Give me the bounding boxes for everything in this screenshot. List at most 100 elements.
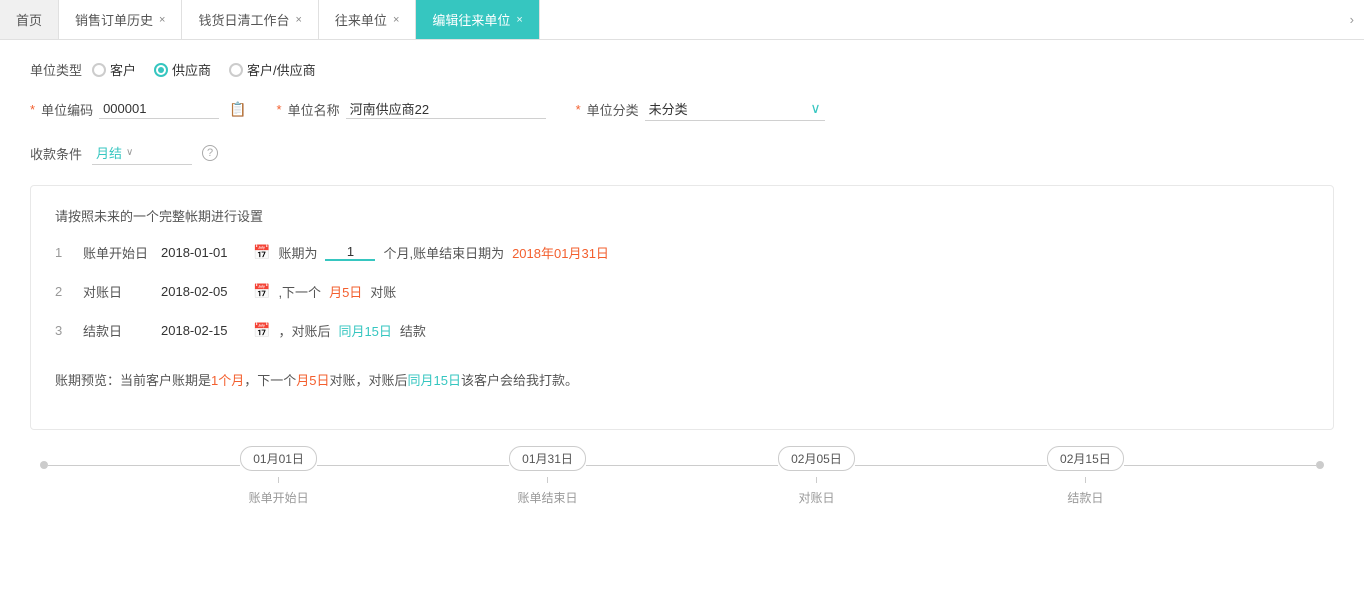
period-row-1-date: 2018-01-01 (161, 245, 241, 260)
unit-name-label: 单位名称 (288, 100, 340, 119)
unit-class-value: 未分类 (649, 99, 688, 118)
timeline-node-4-label: 结款日 (1067, 489, 1103, 506)
period-row-1-highlight-date: 2018年01月31日 (512, 243, 609, 262)
preview-part3-sep: 该客户会给我打款。 (461, 373, 578, 388)
tab-bar: 首页 销售订单历史 × 钱货日清工作台 × 往来单位 × 编辑往来单位 × › (0, 0, 1364, 40)
close-icon[interactable]: × (516, 14, 522, 26)
payment-condition-label: 收款条件 (30, 144, 82, 163)
timeline-node-3-tick (816, 477, 817, 483)
unit-class-label: 单位分类 (587, 100, 639, 119)
payment-condition-row: 收款条件 月结 ∨ ? (30, 141, 1334, 165)
period-row-1: 1 账单开始日 2018-01-01 📅 账期为 个月,账单结束日期为 2018… (55, 243, 1309, 262)
tab-home[interactable]: 首页 (0, 0, 59, 39)
radio-customer[interactable]: 客户 (92, 60, 136, 79)
period-row-1-suffix-post: 个月,账单结束日期为 (383, 243, 504, 262)
period-row-2-highlight: 月5日 (329, 282, 362, 301)
period-row-2-suffix-pre: ,下一个 (278, 282, 321, 301)
period-row-3-date: 2018-02-15 (161, 323, 241, 338)
tab-home-label: 首页 (16, 10, 42, 29)
unit-class-arrow-icon: ∨ (810, 100, 820, 117)
timeline-node-2-tick (547, 477, 548, 483)
radio-both-circle (229, 63, 243, 77)
timeline-container: 01月01日 账单开始日 01月31日 账单结束日 02月05日 对账日 02月… (30, 446, 1334, 506)
preview-part3: 同月15日 (408, 373, 461, 388)
timeline-left-end (40, 461, 48, 469)
radio-supplier-circle (154, 63, 168, 77)
tab-partner-unit-label: 往来单位 (335, 10, 387, 29)
period-box-title: 请按照未来的一个完整帐期进行设置 (55, 206, 1309, 225)
period-row-1-label: 账单开始日 (83, 243, 153, 262)
main-content: 单位类型 客户 供应商 客户/供应商 * 单位编码 📋 * (0, 40, 1364, 608)
unit-type-row: 单位类型 客户 供应商 客户/供应商 (30, 60, 1334, 79)
period-row-2-label: 对账日 (83, 282, 153, 301)
timeline-line-0 (48, 465, 240, 466)
payment-dropdown-arrow-icon: ∨ (126, 147, 133, 158)
period-row-3-highlight: 同月15日 (338, 321, 391, 340)
timeline-node-2-label: 账单结束日 (518, 489, 578, 506)
unit-class-required-star: * (576, 102, 581, 117)
unit-code-input[interactable] (99, 99, 219, 119)
preview-part2-sep: 对账，对账后 (330, 373, 408, 388)
tab-cash-workbench[interactable]: 钱货日清工作台 × (182, 0, 318, 39)
timeline-node-2: 01月31日 账单结束日 (509, 446, 586, 506)
close-icon[interactable]: × (159, 14, 165, 26)
preview-part1-sep: ， (244, 373, 257, 388)
period-row-3-label: 结款日 (83, 321, 153, 340)
payment-condition-dropdown[interactable]: 月结 ∨ (92, 141, 192, 165)
period-row-1-cal-icon[interactable]: 📅 (253, 244, 270, 261)
timeline-node-1: 01月01日 账单开始日 (240, 446, 317, 506)
period-row-1-num: 1 (55, 245, 75, 260)
preview-part1: 1个月 (211, 373, 244, 388)
tab-edit-partner[interactable]: 编辑往来单位 × (416, 0, 539, 39)
period-row-3: 3 结款日 2018-02-15 📅 ，对账后 同月15日 结款 (55, 321, 1309, 340)
timeline-right-dot (1316, 461, 1324, 469)
period-row-3-cal-icon[interactable]: 📅 (253, 322, 270, 339)
radio-customer-label: 客户 (110, 60, 136, 79)
timeline-node-3-label: 对账日 (798, 489, 834, 506)
period-row-3-num: 3 (55, 323, 75, 338)
radio-supplier[interactable]: 供应商 (154, 60, 211, 79)
unit-details-row: * 单位编码 📋 * 单位名称 * 单位分类 未分类 ∨ (30, 97, 1334, 121)
unit-name-input[interactable] (346, 99, 546, 119)
unit-class-dropdown[interactable]: 未分类 ∨ (645, 97, 825, 121)
period-settings-box: 请按照未来的一个完整帐期进行设置 1 账单开始日 2018-01-01 📅 账期… (30, 185, 1334, 430)
period-row-2-suffix-post: 对账 (370, 282, 396, 301)
preview-part2-pre: 下一个 (257, 373, 296, 388)
tab-partner-unit[interactable]: 往来单位 × (319, 0, 416, 39)
preview-section: 账期预览：当前客户账期是1个月，下一个月5日对账，对账后同月15日该客户会给我打… (55, 360, 1309, 389)
timeline-node-2-date: 01月31日 (509, 446, 586, 471)
period-row-2-date: 2018-02-05 (161, 284, 241, 299)
radio-supplier-label: 供应商 (172, 60, 211, 79)
timeline-node-4: 02月15日 结款日 (1047, 446, 1124, 506)
preview-label: 账期预览：当前客户账期是 (55, 373, 211, 388)
period-row-1-suffix-pre: 账期为 (278, 243, 317, 262)
timeline-line-3 (855, 465, 1047, 466)
close-icon[interactable]: × (393, 14, 399, 26)
close-icon[interactable]: × (295, 14, 301, 26)
tab-sales-history[interactable]: 销售订单历史 × (59, 0, 182, 39)
timeline-right-end (1316, 461, 1324, 469)
period-row-2-cal-icon[interactable]: 📅 (253, 283, 270, 300)
radio-both[interactable]: 客户/供应商 (229, 60, 316, 79)
unit-type-radio-group: 客户 供应商 客户/供应商 (92, 60, 316, 79)
timeline-left-dot (40, 461, 48, 469)
tab-edit-partner-label: 编辑往来单位 (432, 10, 510, 29)
timeline-line-2 (586, 465, 778, 466)
period-row-2-num: 2 (55, 284, 75, 299)
radio-both-label: 客户/供应商 (247, 60, 316, 79)
tab-more-button[interactable]: › (1340, 0, 1364, 39)
timeline-line-1 (317, 465, 509, 466)
radio-customer-circle (92, 63, 106, 77)
payment-help-icon[interactable]: ? (202, 145, 218, 161)
unit-code-picker-icon[interactable]: 📋 (229, 101, 246, 118)
period-number-input[interactable] (325, 244, 375, 261)
timeline-node-1-tick (278, 477, 279, 483)
timeline-node-1-date: 01月01日 (240, 446, 317, 471)
timeline-node-1-label: 账单开始日 (249, 489, 309, 506)
timeline-node-4-tick (1085, 477, 1086, 483)
preview-part2: 月5日 (296, 373, 329, 388)
tab-sales-history-label: 销售订单历史 (75, 10, 153, 29)
timeline-node-3: 02月05日 对账日 (778, 446, 855, 506)
period-row-2: 2 对账日 2018-02-05 📅 ,下一个 月5日 对账 (55, 282, 1309, 301)
unit-name-required-star: * (277, 102, 282, 117)
